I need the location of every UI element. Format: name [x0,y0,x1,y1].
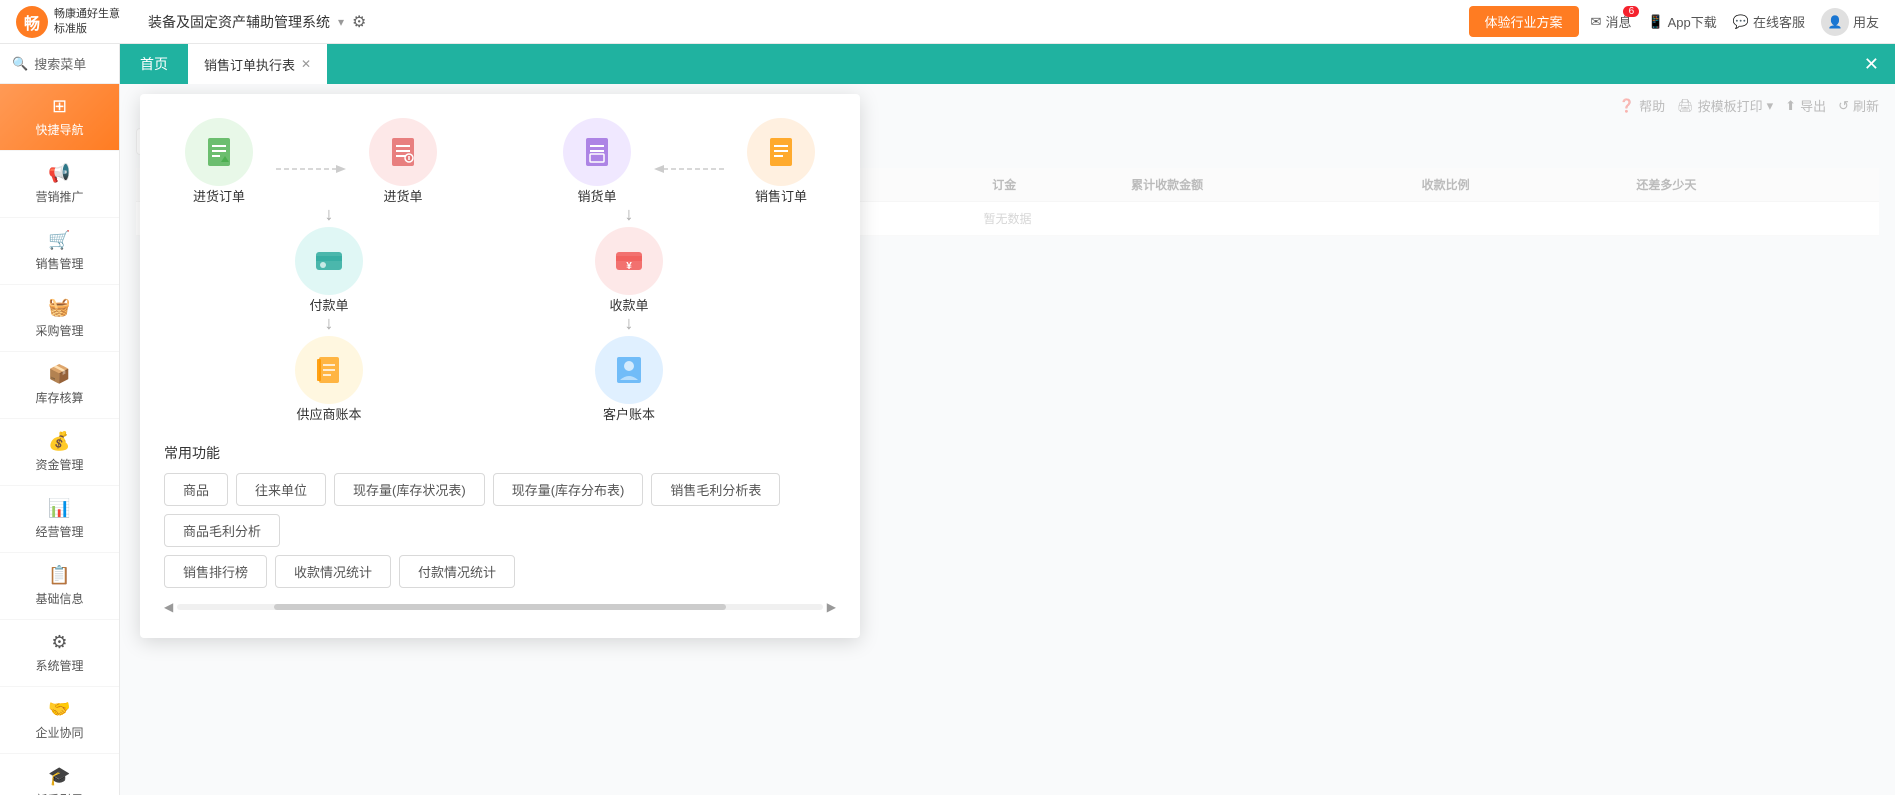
app-title: 装备及固定资产辅助管理系统 [148,12,330,32]
user-menu[interactable]: 👤 用友 [1821,8,1879,36]
supplier-ledger-circle[interactable] [295,336,363,404]
sidebar-item-marketing[interactable]: 📢 营销推广 [0,151,119,218]
logo-text: 畅康通好生意 标准版 [54,7,120,36]
topbar: 畅 畅康通好生意 标准版 装备及固定资产辅助管理系统 ▾ ⚙ 体验行业方案 ✉ … [0,0,1895,44]
supplier-ledger-label: 供应商账本 [296,404,361,423]
title-dropdown-icon[interactable]: ▾ [338,15,344,29]
scrollbar-track [177,604,823,610]
scrollbar-thumb[interactable] [274,604,726,610]
tab-sales-order[interactable]: 销售订单执行表 ✕ [188,44,327,84]
sidebar-item-system[interactable]: ⚙ 系统管理 [0,620,119,687]
sidebar-item-finance[interactable]: 💰 资金管理 [0,419,119,486]
finance-icon: 💰 [48,431,70,452]
flow-node-sales-bill[interactable]: 销货单 [542,118,652,205]
sales-order-circle [747,118,815,186]
flow-node-sales-order[interactable]: 销售订单 [726,118,836,205]
sidebar-search[interactable]: 🔍 搜索菜单 [0,44,119,84]
online-service-button[interactable]: 💬 在线客服 [1733,12,1805,31]
btn-product[interactable]: 商品 [164,473,228,506]
logo-icon: 畅 [16,6,48,38]
sidebar-item-inventory[interactable]: 📦 库存核算 [0,352,119,419]
flow-section: 进货订单 [164,118,836,423]
tab-home[interactable]: 首页 [120,44,188,84]
sidebar-item-operation[interactable]: 📊 经营管理 [0,486,119,553]
app-title-area: 装备及固定资产辅助管理系统 ▾ ⚙ [148,12,1457,32]
modal-scrollbar: ◀ ▶ [164,600,836,614]
btn-current-stock-status[interactable]: 现存量(库存状况表) [334,473,485,506]
purchase-bill-label: 进货单 [383,186,422,205]
common-functions-section: 常用功能 商品 往来单位 现存量(库存状况表) 现存量(库存分布表) 销售毛利分… [164,443,836,588]
sidebar-item-quick[interactable]: ⊞ 快捷导航 [0,84,119,151]
sidebar-item-basic[interactable]: 📋 基础信息 [0,553,119,620]
collection-circle[interactable]: ¥ [595,227,663,295]
inventory-icon: 📦 [48,364,70,385]
common-btns-row1: 商品 往来单位 现存量(库存状况表) 现存量(库存分布表) 销售毛利分析表 商品… [164,473,836,547]
common-btns-row2: 销售排行榜 收款情况统计 付款情况统计 [164,555,836,588]
svg-text:¥: ¥ [626,261,632,272]
experience-button[interactable]: 体验行业方案 [1469,6,1579,37]
flow-node-purchase-order[interactable]: 进货订单 [164,118,274,205]
sidebar-item-sales[interactable]: 🛒 销售管理 [0,218,119,285]
topbar-right: ✉ 消息 6 📱 App下载 💬 在线客服 👤 用友 [1591,8,1879,36]
search-icon: 🔍 [12,56,28,72]
message-icon: ✉ [1591,14,1602,30]
app-download-button[interactable]: 📱 App下载 [1647,12,1716,31]
download-icon: 📱 [1647,14,1663,30]
sidebar-item-purchase[interactable]: 🧺 采购管理 [0,285,119,352]
common-functions-title: 常用功能 [164,443,836,463]
content-area: 首页 销售订单执行表 ✕ ✕ ❓ 帮助 🖨 按模板打印 [120,44,1895,795]
btn-product-margin[interactable]: 商品毛利分析 [164,514,280,547]
service-icon: 💬 [1733,14,1749,30]
purchase-icon: 🧺 [48,297,70,318]
sales-bill-label: 销货单 [577,186,616,205]
scroll-left-icon[interactable]: ◀ [164,600,173,614]
btn-sales-ranking[interactable]: 销售排行榜 [164,555,267,588]
sales-icon: 🛒 [48,230,70,251]
btn-payment-stats[interactable]: 付款情况统计 [399,555,515,588]
flow-node-purchase-bill[interactable]: 进货单 [348,118,458,205]
quick-icon: ⊞ [52,96,67,117]
settings-icon[interactable]: ⚙ [352,12,366,32]
tabbar: 首页 销售订单执行表 ✕ ✕ [120,44,1895,84]
page-content: ❓ 帮助 🖨 按模板打印 ▾ ⬆ 导出 ↺ 刷新 [120,84,1895,795]
customer-ledger-label: 客户账本 [603,404,655,423]
close-all-button[interactable]: ✕ [1848,54,1895,75]
newbie-icon: 🎓 [48,766,70,787]
payment-circle[interactable] [295,227,363,295]
customer-ledger-circle[interactable] [595,336,663,404]
app-logo: 畅 畅康通好生意 标准版 [16,6,136,38]
tab-close-icon[interactable]: ✕ [301,57,311,71]
purchase-order-label: 进货订单 [193,186,245,205]
btn-counterpart[interactable]: 往来单位 [236,473,326,506]
basic-icon: 📋 [48,565,70,586]
scroll-right-icon[interactable]: ▶ [827,600,836,614]
collection-label: 收款单 [609,295,648,314]
btn-collection-stats[interactable]: 收款情况统计 [275,555,391,588]
purchase-bill-circle [369,118,437,186]
sidebar: 🔍 搜索菜单 ⊞ 快捷导航 📢 营销推广 🛒 销售管理 🧺 采购管理 📦 [0,44,120,795]
message-button[interactable]: ✉ 消息 6 [1591,12,1632,31]
payment-label: 付款单 [309,295,348,314]
avatar: 👤 [1821,8,1849,36]
marketing-icon: 📢 [48,163,70,184]
purchase-order-circle [185,118,253,186]
sales-bill-circle [563,118,631,186]
collab-icon: 🤝 [48,699,70,720]
sales-order-label: 销售订单 [755,186,807,205]
sidebar-item-collab[interactable]: 🤝 企业协同 [0,687,119,754]
operation-icon: 📊 [48,498,70,519]
btn-sales-margin-table[interactable]: 销售毛利分析表 [651,473,780,506]
modal-box: 进货订单 [140,94,860,638]
sidebar-item-newbie[interactable]: 🎓 新手引导 [0,754,119,795]
modal-overlay: 进货订单 [120,84,1895,795]
btn-current-stock-dist[interactable]: 现存量(库存分布表) [493,473,644,506]
system-icon: ⚙ [51,632,67,653]
